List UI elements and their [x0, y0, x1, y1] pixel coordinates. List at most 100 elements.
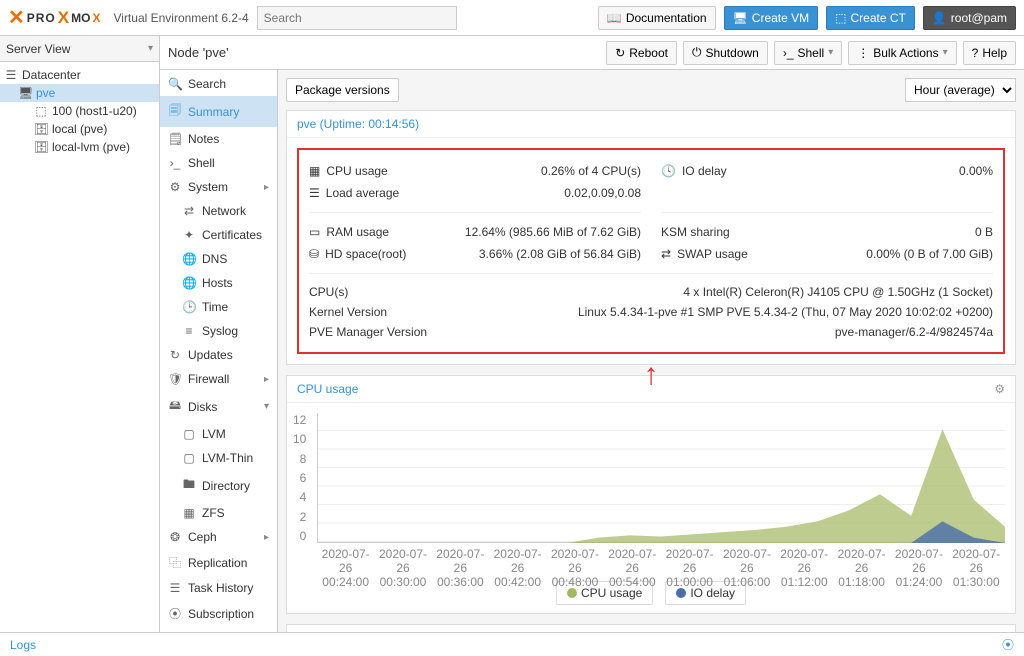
- menu-disks[interactable]: 🖴Disks▾: [160, 391, 277, 422]
- desktop-icon: 🖥: [733, 11, 748, 25]
- tree-storage-local[interactable]: 🗄local (pve): [0, 120, 159, 138]
- logs-bar[interactable]: Logs ⦿: [0, 632, 1024, 656]
- menu-time[interactable]: 🕒Time: [160, 295, 277, 319]
- chevron-up-icon: ⦿: [1002, 636, 1014, 653]
- summary-icon: 🗐: [168, 101, 182, 122]
- hdd-icon: ⛁: [309, 247, 319, 261]
- tree-node-pve[interactable]: 🖥pve: [0, 84, 159, 102]
- list-icon: ☰: [168, 581, 182, 595]
- menu-subscription[interactable]: ⦿Subscription: [160, 600, 277, 627]
- menu-shell[interactable]: ›_Shell: [160, 151, 277, 175]
- menu-certificates[interactable]: ✦Certificates: [160, 223, 277, 247]
- chart-xaxis: 2020-07-2600:24:002020-07-2600:30:002020…: [317, 547, 1005, 573]
- power-icon: ⏻: [692, 45, 702, 60]
- gear-icon[interactable]: ⚙: [994, 382, 1005, 396]
- menu-dns[interactable]: 🌐DNS: [160, 247, 277, 271]
- chip-icon: ▦: [309, 164, 320, 178]
- help-icon: ?: [972, 46, 979, 60]
- user-button[interactable]: 👤root@pam: [923, 6, 1016, 30]
- bulk-actions-button[interactable]: ⋮Bulk Actions ▾: [848, 41, 956, 65]
- version-label: Virtual Environment 6.2-4: [113, 11, 248, 25]
- menu-updates[interactable]: ↻Updates: [160, 343, 277, 367]
- documentation-button[interactable]: 📖Documentation: [598, 6, 716, 30]
- life-ring-icon: ⦿: [168, 605, 182, 622]
- interval-select[interactable]: Hour (average): [905, 78, 1016, 102]
- storage-icon: 🗄: [34, 122, 48, 136]
- ceph-icon: ❂: [168, 530, 182, 544]
- highlighted-stats: ▦CPU usage0.26% of 4 CPU(s) ☰Load averag…: [297, 148, 1005, 354]
- cert-icon: ✦: [182, 228, 196, 242]
- refresh-icon: ↻: [168, 348, 182, 362]
- shield-icon: 🛡: [168, 372, 182, 386]
- menu-directory[interactable]: 🖿Directory: [160, 470, 277, 501]
- create-ct-button[interactable]: ⬚Create CT: [826, 6, 915, 30]
- menu-lvm-thin[interactable]: ▢LVM-Thin: [160, 446, 277, 470]
- clock-icon: 🕓: [661, 164, 676, 178]
- menu-hosts[interactable]: 🌐Hosts: [160, 271, 277, 295]
- storage-icon: 🗄: [34, 140, 48, 154]
- cpu-chart-panel: CPU usage⚙ 121086420 2020-07-2600:24:002…: [286, 375, 1016, 614]
- search-icon: 🔍: [168, 77, 182, 91]
- node-title: Node 'pve': [168, 45, 229, 60]
- folder-icon: 🖿: [182, 475, 196, 496]
- summary-header: pve (Uptime: 00:14:56): [287, 111, 1015, 138]
- menu-notes[interactable]: 🗒Notes: [160, 127, 277, 151]
- bars-icon: ☰: [309, 186, 320, 200]
- server-load-panel: Server load⚙: [286, 624, 1016, 632]
- refresh-icon: ↻: [615, 46, 625, 60]
- shell-button[interactable]: ›_Shell ▾: [774, 41, 842, 65]
- arrow-annotation: ↑: [644, 358, 659, 392]
- menu-firewall[interactable]: 🛡Firewall▸: [160, 367, 277, 391]
- main-pane: Package versions Hour (average) pve (Upt…: [278, 70, 1024, 632]
- disk-icon: 🖴: [168, 396, 182, 417]
- node-toolbar: Node 'pve' ↻Reboot ⏻Shutdown ›_Shell ▾ ⋮…: [160, 36, 1024, 70]
- server-icon: ☰: [4, 68, 18, 82]
- book-icon: 📖: [607, 11, 622, 25]
- menu-ceph[interactable]: ❂Ceph▸: [160, 525, 277, 549]
- gear-icon[interactable]: ⚙: [994, 631, 1005, 632]
- grid-icon: ▦: [182, 506, 196, 520]
- node-menu: 🔍Search 🗐Summary 🗒Notes ›_Shell ⚙System▸…: [160, 70, 278, 632]
- list-icon: ⋮: [857, 46, 869, 60]
- memory-icon: ▭: [309, 225, 320, 239]
- notes-icon: 🗒: [168, 132, 182, 146]
- topbar: ✕PROXMOX Virtual Environment 6.2-4 📖Docu…: [0, 0, 1024, 36]
- square-icon: ▢: [182, 427, 196, 441]
- menu-search[interactable]: 🔍Search: [160, 72, 277, 96]
- shutdown-button[interactable]: ⏻Shutdown: [683, 41, 768, 65]
- copy-icon: ⿻: [168, 554, 182, 571]
- help-button[interactable]: ?Help: [963, 41, 1016, 65]
- reboot-button[interactable]: ↻Reboot: [606, 41, 677, 65]
- tree-vm-100[interactable]: ⬚100 (host1-u20): [0, 102, 159, 120]
- resource-tree: ☰Datacenter 🖥pve ⬚100 (host1-u20) 🗄local…: [0, 62, 159, 632]
- cpu-chart: 121086420 2020-07-2600:24:002020-07-2600…: [317, 413, 1005, 573]
- menu-system[interactable]: ⚙System▸: [160, 175, 277, 199]
- cube-icon: ⬚: [835, 11, 846, 25]
- list-icon: ≡: [182, 324, 196, 338]
- search-box: [257, 6, 457, 30]
- gear-icon: ⚙: [168, 180, 182, 194]
- view-selector[interactable]: Server View▾: [0, 36, 159, 62]
- lxc-icon: ⬚: [34, 104, 48, 118]
- network-icon: ⇄: [182, 204, 196, 218]
- swap-icon: ⇄: [661, 247, 671, 261]
- package-versions-button[interactable]: Package versions: [286, 78, 399, 102]
- menu-lvm[interactable]: ▢LVM: [160, 422, 277, 446]
- menu-syslog[interactable]: ≡Syslog: [160, 319, 277, 343]
- menu-task-history[interactable]: ☰Task History: [160, 576, 277, 600]
- square-icon: ▢: [182, 451, 196, 465]
- globe-icon: 🌐: [182, 276, 196, 290]
- menu-network[interactable]: ⇄Network: [160, 199, 277, 223]
- tree-storage-local-lvm[interactable]: 🗄local-lvm (pve): [0, 138, 159, 156]
- user-icon: 👤: [932, 11, 947, 25]
- search-input[interactable]: [257, 6, 457, 30]
- tree-datacenter[interactable]: ☰Datacenter: [0, 66, 159, 84]
- summary-panel: pve (Uptime: 00:14:56) ▦CPU usage0.26% o…: [286, 110, 1016, 365]
- node-icon: 🖥: [18, 86, 32, 100]
- menu-summary[interactable]: 🗐Summary: [160, 96, 277, 127]
- logo: ✕PROXMOX: [8, 5, 101, 30]
- menu-replication[interactable]: ⿻Replication: [160, 549, 277, 576]
- create-vm-button[interactable]: 🖥Create VM: [724, 6, 819, 30]
- globe-icon: 🌐: [182, 252, 196, 266]
- menu-zfs[interactable]: ▦ZFS: [160, 501, 277, 525]
